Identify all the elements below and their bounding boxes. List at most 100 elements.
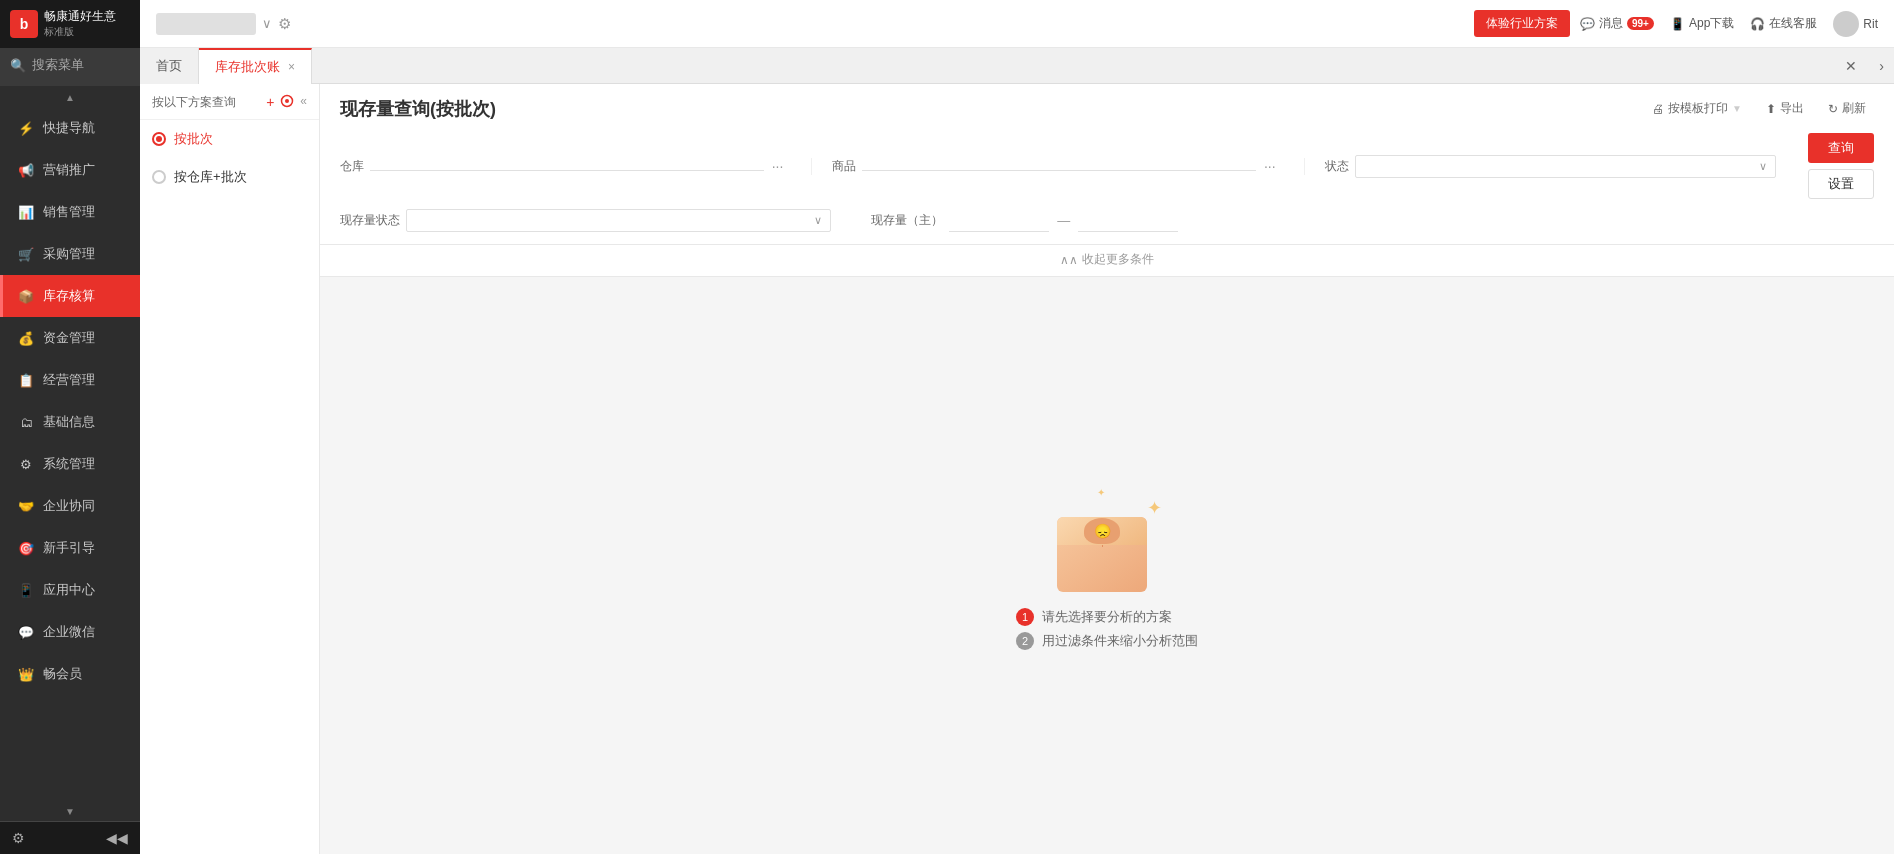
sidebar-item-operations[interactable]: 📋 经营管理 bbox=[0, 359, 140, 401]
sidebar: b 畅康通好生意 标准版 🔍 搜索菜单 ▲ ⚡ 快捷导航 📢 营销推广 📊 销售… bbox=[0, 0, 140, 854]
system-icon: ⚙ bbox=[17, 455, 35, 473]
topbar-right: 💬 消息 99+ 📱 App下载 🎧 在线客服 Rit bbox=[1580, 11, 1878, 37]
product-more-btn[interactable]: ··· bbox=[1264, 158, 1276, 174]
panel-collapse-btn[interactable]: « bbox=[300, 94, 307, 111]
filter-area: 仓库 ··· 商品 ··· 状态 bbox=[340, 133, 1874, 244]
sidebar-item-sales[interactable]: 📊 销售管理 bbox=[0, 191, 140, 233]
member-icon: 👑 bbox=[17, 665, 35, 683]
settings-button[interactable]: 设置 bbox=[1808, 169, 1874, 199]
sidebar-nav: ⚡ 快捷导航 📢 营销推广 📊 销售管理 🛒 采购管理 📦 库存核算 💰 资金管… bbox=[0, 107, 140, 800]
sidebar-item-basic[interactable]: 🗂 基础信息 bbox=[0, 401, 140, 443]
left-panel: 按以下方案查询 + « 按批次 按仓库+批次 bbox=[140, 84, 320, 854]
print-dropdown-icon[interactable]: ▼ bbox=[1732, 103, 1742, 114]
app-title: 畅康通好生意 bbox=[44, 9, 116, 25]
sidebar-item-member[interactable]: 👑 畅会员 bbox=[0, 653, 140, 695]
sidebar-item-apps[interactable]: 📱 应用中心 bbox=[0, 569, 140, 611]
status-label: 状态 bbox=[1325, 158, 1349, 175]
scheme-settings-btn[interactable] bbox=[280, 94, 294, 111]
tabbar: 首页 库存批次账 × ✕ › bbox=[140, 48, 1894, 84]
collapse-bar[interactable]: ∧∧ 收起更多条件 bbox=[320, 245, 1894, 277]
svg-point-1 bbox=[285, 99, 289, 103]
settings-topbar-icon[interactable]: ⚙ bbox=[278, 15, 291, 33]
tab-more-btn[interactable]: › bbox=[1869, 58, 1894, 74]
finance-icon: 💰 bbox=[17, 329, 35, 347]
inventory-icon: 📦 bbox=[17, 287, 35, 305]
hint-num-1: 1 bbox=[1016, 608, 1034, 626]
sidebar-item-shortcut[interactable]: ⚡ 快捷导航 bbox=[0, 107, 140, 149]
app-logo: b bbox=[10, 10, 38, 38]
footer-settings-icon[interactable]: ⚙ bbox=[12, 830, 25, 846]
sidebar-item-inventory[interactable]: 📦 库存核算 bbox=[0, 275, 140, 317]
sidebar-item-finance[interactable]: 💰 资金管理 bbox=[0, 317, 140, 359]
messages-btn[interactable]: 💬 消息 99+ bbox=[1580, 15, 1654, 32]
service-icon: 🎧 bbox=[1750, 17, 1765, 31]
close-icon: ✕ bbox=[1845, 58, 1857, 74]
phone-icon: 📱 bbox=[1670, 17, 1685, 31]
query-button[interactable]: 查询 bbox=[1808, 133, 1874, 163]
apps-icon: 📱 bbox=[17, 581, 35, 599]
purchase-icon: 🛒 bbox=[17, 245, 35, 263]
scheme-by-warehouse-batch[interactable]: 按仓库+批次 bbox=[140, 158, 319, 196]
tab-inventory-batch[interactable]: 库存批次账 × bbox=[199, 48, 312, 84]
radio-by-warehouse-batch bbox=[152, 170, 166, 184]
export-btn[interactable]: ⬆ 导出 bbox=[1758, 96, 1812, 121]
inv-status-select[interactable]: ∨ bbox=[406, 209, 831, 232]
action-buttons: 查询 设置 bbox=[1808, 133, 1874, 199]
marketing-icon: 📢 bbox=[17, 161, 35, 179]
right-content: 现存量查询(按批次) 🖨 按模板打印 ▼ ⬆ 导出 ↻ bbox=[320, 84, 1894, 854]
sidebar-item-purchase[interactable]: 🛒 采购管理 bbox=[0, 233, 140, 275]
hint-text-2: 用过滤条件来缩小分析范围 bbox=[1042, 632, 1198, 650]
basic-icon: 🗂 bbox=[17, 413, 35, 431]
newbie-icon: 🎯 bbox=[17, 539, 35, 557]
online-service-btn[interactable]: 🎧 在线客服 bbox=[1750, 15, 1817, 32]
page-header: 现存量查询(按批次) 🖨 按模板打印 ▼ ⬆ 导出 ↻ bbox=[320, 84, 1894, 245]
operations-icon: 📋 bbox=[17, 371, 35, 389]
tab-home[interactable]: 首页 bbox=[140, 48, 199, 84]
inv-qty-from-input[interactable] bbox=[949, 209, 1049, 232]
sidebar-item-wechat[interactable]: 💬 企业微信 bbox=[0, 611, 140, 653]
left-panel-title: 按以下方案查询 bbox=[152, 94, 236, 111]
search-menu[interactable]: 🔍 搜索菜单 bbox=[0, 48, 140, 82]
scroll-down-btn[interactable]: ▼ bbox=[0, 800, 140, 821]
inv-qty-to-input[interactable] bbox=[1078, 209, 1178, 232]
sidebar-header: b 畅康通好生意 标准版 bbox=[0, 0, 140, 48]
hint-text-1: 请先选择要分析的方案 bbox=[1042, 608, 1172, 626]
refresh-btn[interactable]: ↻ 刷新 bbox=[1820, 96, 1874, 121]
qty-dash: — bbox=[1057, 213, 1070, 228]
sidebar-item-marketing[interactable]: 📢 营销推广 bbox=[0, 149, 140, 191]
refresh-icon: ↻ bbox=[1828, 102, 1838, 116]
page-content: 按以下方案查询 + « 按批次 按仓库+批次 bbox=[140, 84, 1894, 854]
topbar: ∨ ⚙ 体验行业方案 💬 消息 99+ 📱 App下载 🎧 在线客服 Rit bbox=[140, 0, 1894, 48]
empty-hints: 1 请先选择要分析的方案 2 用过滤条件来缩小分析范围 bbox=[1016, 608, 1198, 650]
sidebar-item-system[interactable]: ⚙ 系统管理 bbox=[0, 443, 140, 485]
sidebar-item-enterprise[interactable]: 🤝 企业协同 bbox=[0, 485, 140, 527]
tab-close-icon[interactable]: × bbox=[288, 60, 295, 74]
warehouse-more-btn[interactable]: ··· bbox=[772, 158, 784, 174]
message-badge: 99+ bbox=[1627, 17, 1654, 30]
wechat-icon: 💬 bbox=[17, 623, 35, 641]
collapse-icon: ∧∧ bbox=[1060, 253, 1078, 267]
close-tab-right-btn[interactable]: ✕ bbox=[1833, 58, 1869, 74]
trial-button[interactable]: 体验行业方案 bbox=[1474, 10, 1570, 37]
print-btn[interactable]: 🖨 按模板打印 ▼ bbox=[1644, 96, 1750, 121]
shortcut-icon: ⚡ bbox=[17, 119, 35, 137]
topbar-breadcrumb: ∨ ⚙ bbox=[156, 13, 1464, 35]
radio-by-batch bbox=[152, 132, 166, 146]
status-select[interactable]: ∨ bbox=[1355, 155, 1776, 178]
empty-illustration: 😞 ✦ ✦ bbox=[1042, 482, 1172, 592]
hint-item-1: 1 请先选择要分析的方案 bbox=[1016, 608, 1198, 626]
scroll-up-btn[interactable]: ▲ bbox=[0, 86, 140, 107]
user-menu[interactable]: Rit bbox=[1833, 11, 1878, 37]
sidebar-item-newbie[interactable]: 🎯 新手引导 bbox=[0, 527, 140, 569]
hint-num-2: 2 bbox=[1016, 632, 1034, 650]
app-download-btn[interactable]: 📱 App下载 bbox=[1670, 15, 1734, 32]
chevron-right-icon: › bbox=[1879, 58, 1884, 74]
add-scheme-btn[interactable]: + bbox=[266, 94, 274, 111]
inv-status-label: 现存量状态 bbox=[340, 212, 400, 229]
footer-collapse-icon[interactable]: ◀◀ bbox=[106, 830, 128, 846]
status-arrow-icon: ∨ bbox=[1759, 160, 1767, 173]
page-title: 现存量查询(按批次) bbox=[340, 97, 496, 121]
scheme-by-batch[interactable]: 按批次 bbox=[140, 120, 319, 158]
message-icon: 💬 bbox=[1580, 17, 1595, 31]
enterprise-icon: 🤝 bbox=[17, 497, 35, 515]
